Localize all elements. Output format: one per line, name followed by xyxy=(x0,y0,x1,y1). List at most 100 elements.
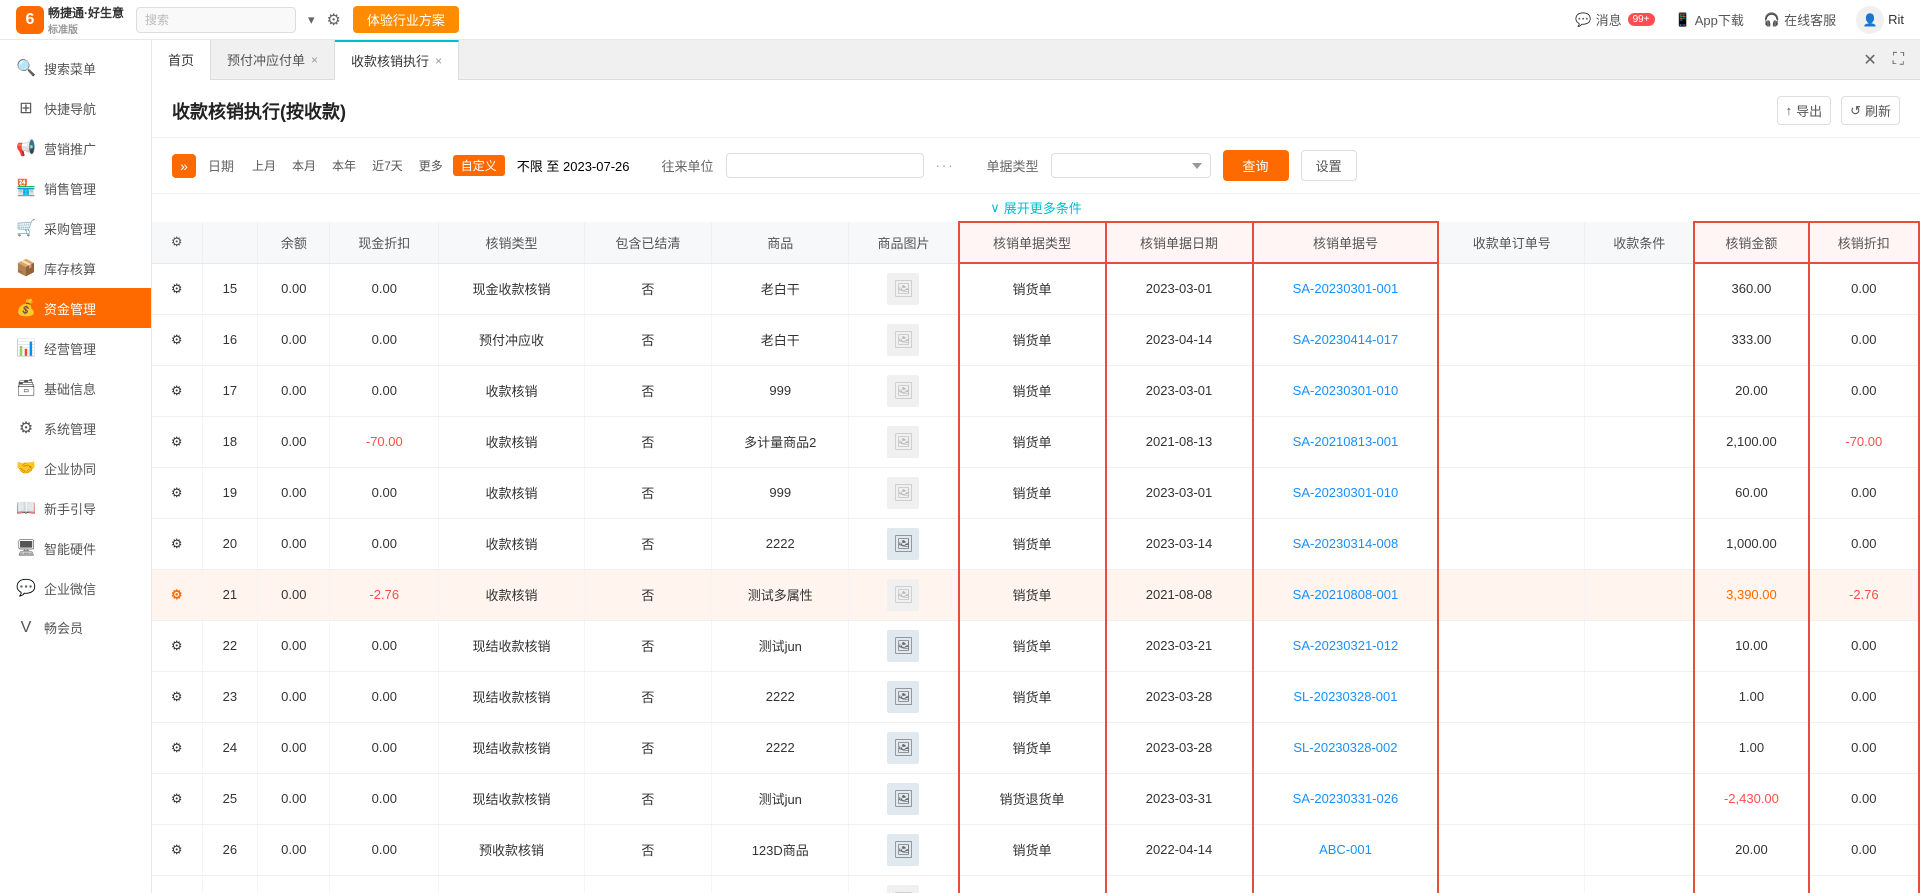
cancel-bill-no-link[interactable]: SA-20230321-012 xyxy=(1293,638,1399,653)
refresh-button[interactable]: ↺ 刷新 xyxy=(1841,96,1900,125)
cell-balance: 0.00 xyxy=(258,416,330,467)
chart-icon: 📊 xyxy=(16,338,36,358)
message-item[interactable]: 💬 消息 99+ xyxy=(1575,10,1654,29)
cancel-bill-no-link[interactable]: SL-20230328-002 xyxy=(1293,740,1397,755)
cell-cancel-bill-type: 销货单 xyxy=(959,416,1106,467)
cancel-bill-no-link[interactable]: SA-20230314-008 xyxy=(1293,536,1399,551)
cell-settings[interactable]: ⚙ xyxy=(152,467,202,518)
export-label: 导出 xyxy=(1796,101,1822,120)
cell-product: 2222 xyxy=(712,518,849,569)
date-btn-this-month[interactable]: 本月 xyxy=(286,155,322,176)
tab-prepay[interactable]: 预付冲应付单 × xyxy=(211,40,335,80)
tab-receivable[interactable]: 收款核销执行 × xyxy=(335,40,459,80)
cell-settings[interactable]: ⚙ xyxy=(152,671,202,722)
table-row: ⚙ 22 0.00 0.00 现结收款核销 否 测试jun 🖼 销货单 2023… xyxy=(152,620,1919,671)
sidebar-item-inventory[interactable]: 📦 库存核算 xyxy=(0,248,151,288)
cell-settings[interactable]: ⚙ xyxy=(152,365,202,416)
cell-product-image: 🖼 xyxy=(849,416,959,467)
cell-settings[interactable]: ⚙ xyxy=(152,773,202,824)
sidebar-label-system: 系统管理 xyxy=(44,419,96,438)
date-range-text: 不限 至 2023-07-26 xyxy=(517,156,630,175)
col-header-receipt-condition: 收款条件 xyxy=(1585,222,1695,263)
date-btn-this-year[interactable]: 本年 xyxy=(326,155,362,176)
search-placeholder: 搜索 xyxy=(145,11,169,28)
product-image-empty: 🖼 xyxy=(887,324,919,356)
cell-cancel-bill-no: SA-20210813-001 xyxy=(1253,416,1439,467)
date-btn-7days[interactable]: 近7天 xyxy=(366,155,409,176)
sidebar-item-quicknav[interactable]: ⊞ 快捷导航 xyxy=(0,88,151,128)
dropdown-arrow-icon[interactable]: ▾ xyxy=(308,12,315,28)
cell-product: 测试jun xyxy=(712,620,849,671)
sidebar-item-marketing[interactable]: 📢 营销推广 xyxy=(0,128,151,168)
cell-product: 多计量商品2 xyxy=(712,416,849,467)
cancel-bill-no-link[interactable]: SA-20230331-026 xyxy=(1293,791,1399,806)
date-btn-last-month[interactable]: 上月 xyxy=(246,155,282,176)
cancel-bill-no-link[interactable]: SA-20210808-001 xyxy=(1293,587,1399,602)
sidebar-item-guide[interactable]: 📖 新手引导 xyxy=(0,488,151,528)
cell-settings[interactable]: ⚙ xyxy=(152,722,202,773)
cell-cancel-bill-type: 销货单 xyxy=(959,263,1106,314)
tab-receivable-close[interactable]: × xyxy=(435,54,442,68)
sidebar-item-wechat[interactable]: 💬 企业微信 xyxy=(0,568,151,608)
query-button[interactable]: 查询 xyxy=(1223,150,1289,181)
cell-settings[interactable]: ⚙ xyxy=(152,416,202,467)
sidebar-item-system[interactable]: ⚙ 系统管理 xyxy=(0,408,151,448)
tab-home[interactable]: 首页 xyxy=(152,40,211,80)
unit-filter-input[interactable] xyxy=(726,153,924,178)
cell-balance: 0.00 xyxy=(258,314,330,365)
sidebar-item-search[interactable]: 🔍 搜索菜单 xyxy=(0,48,151,88)
main-layout: 🔍 搜索菜单 ⊞ 快捷导航 📢 营销推广 🏪 销售管理 🛒 采购管理 📦 库存核… xyxy=(0,40,1920,893)
cell-cash-discount: -2.76 xyxy=(330,569,439,620)
bill-type-select[interactable] xyxy=(1051,153,1211,178)
cell-seq: 19 xyxy=(202,467,258,518)
app-download-item[interactable]: 📱 App下载 xyxy=(1675,10,1744,29)
date-btn-custom[interactable]: 自定义 xyxy=(453,155,505,176)
cell-settings[interactable]: ⚙ xyxy=(152,620,202,671)
sidebar-item-basic[interactable]: 🗃 基础信息 xyxy=(0,368,151,408)
expand-more-conditions[interactable]: ∨ 展开更多条件 xyxy=(152,194,1920,221)
expand-more-label: 展开更多条件 xyxy=(1004,198,1082,217)
filter-settings-button[interactable]: 设置 xyxy=(1301,150,1357,181)
sidebar-item-hardware[interactable]: 🖥 智能硬件 xyxy=(0,528,151,568)
cancel-bill-no-link[interactable]: SL-20230328-001 xyxy=(1293,689,1397,704)
cell-product: 123D商品 xyxy=(712,824,849,875)
cell-cancel-type: 现金收款核销 xyxy=(439,263,585,314)
sidebar-item-finance[interactable]: 💰 资金管理 xyxy=(0,288,151,328)
app-download-label: App下载 xyxy=(1695,10,1744,29)
cell-settings[interactable]: ⚙ xyxy=(152,518,202,569)
brand-name: 畅捷通·好生意 xyxy=(48,4,124,21)
cancel-bill-no-link[interactable]: SA-20230301-001 xyxy=(1293,281,1399,296)
table-row: ⚙ 25 0.00 0.00 现结收款核销 否 测试jun 🖼 销货退货单 20… xyxy=(152,773,1919,824)
cell-settings[interactable]: ⚙ xyxy=(152,314,202,365)
date-btn-more[interactable]: 更多 xyxy=(413,155,449,176)
sidebar-item-member[interactable]: V 畅会员 xyxy=(0,608,151,647)
cell-settings[interactable]: ⚙ xyxy=(152,569,202,620)
cell-settings[interactable]: ⚙ xyxy=(152,263,202,314)
filter-expand-button[interactable]: » xyxy=(172,154,196,178)
sidebar-item-purchase[interactable]: 🛒 采购管理 xyxy=(0,208,151,248)
cell-settings[interactable]: ⚙ xyxy=(152,875,202,893)
tab-close-button[interactable]: ✕ xyxy=(1859,46,1880,74)
cell-settings[interactable]: ⚙ xyxy=(152,824,202,875)
tab-maximize-button[interactable]: ⛶ xyxy=(1889,47,1908,73)
col-header-cancel-discount: 核销折扣 xyxy=(1809,222,1919,263)
settings-gear-icon[interactable]: ⚙ xyxy=(327,10,341,30)
sidebar-label-purchase: 采购管理 xyxy=(44,219,96,238)
online-service-item[interactable]: 🎧 在线客服 xyxy=(1764,10,1836,29)
sidebar-item-sales[interactable]: 🏪 销售管理 xyxy=(0,168,151,208)
cancel-bill-no-link[interactable]: ABC-001 xyxy=(1319,842,1372,857)
user-profile[interactable]: 👤 Rit xyxy=(1856,6,1904,34)
col-header-settings[interactable]: ⚙ xyxy=(152,222,202,263)
cancel-bill-no-link[interactable]: SA-20210813-001 xyxy=(1293,434,1399,449)
table-row: ⚙ 20 0.00 0.00 收款核销 否 2222 🖼 销货单 2023-03… xyxy=(152,518,1919,569)
sidebar-item-collab[interactable]: 🤝 企业协同 xyxy=(0,448,151,488)
tab-prepay-close[interactable]: × xyxy=(311,53,318,67)
industry-solution-button[interactable]: 体验行业方案 xyxy=(353,6,459,33)
cancel-bill-no-link[interactable]: SA-20230414-017 xyxy=(1293,332,1399,347)
cell-cancel-bill-no: SL-20230328-002 xyxy=(1253,722,1439,773)
export-button[interactable]: ↑ 导出 xyxy=(1777,96,1832,125)
cancel-bill-no-link[interactable]: SA-20230301-010 xyxy=(1293,383,1399,398)
cell-receipt-order-no xyxy=(1438,518,1584,569)
cancel-bill-no-link[interactable]: SA-20230301-010 xyxy=(1293,485,1399,500)
sidebar-item-business[interactable]: 📊 经营管理 xyxy=(0,328,151,368)
